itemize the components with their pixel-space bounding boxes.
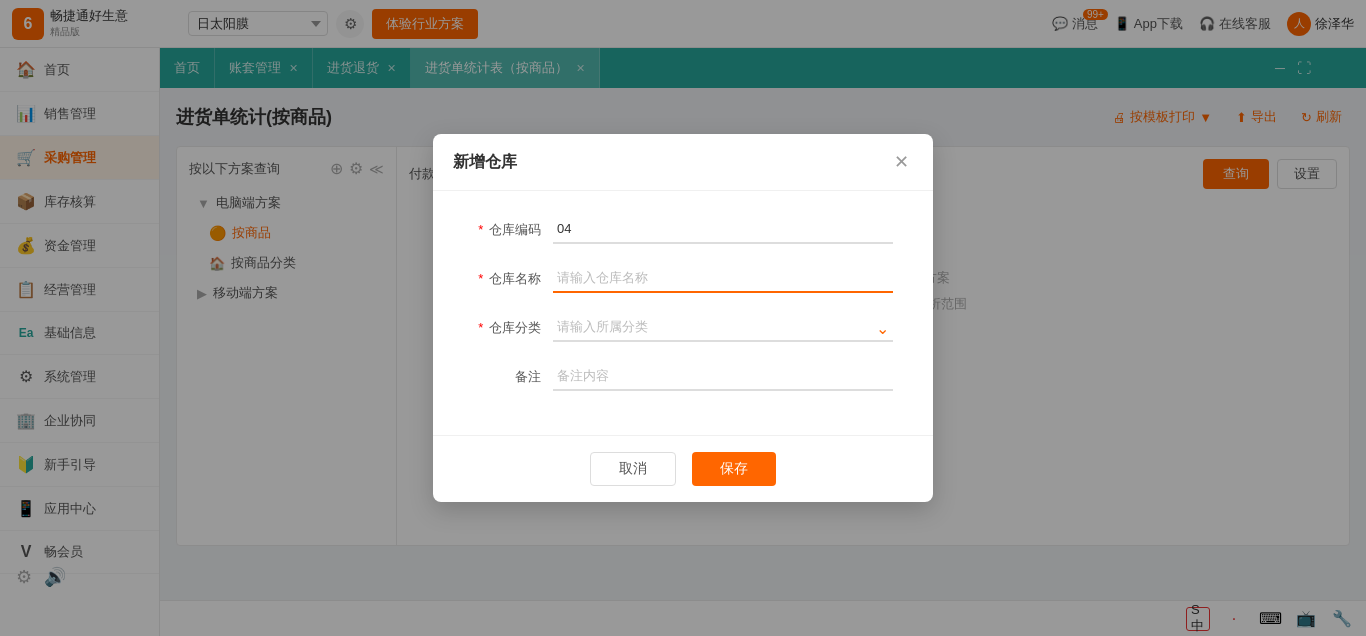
modal-header: 新增仓库 ✕: [433, 134, 933, 191]
warehouse-category-row: * 仓库分类 请输入所属分类 ⌄: [473, 313, 893, 342]
warehouse-name-input[interactable]: [553, 264, 893, 293]
required-star-code: *: [478, 222, 483, 237]
cancel-button[interactable]: 取消: [590, 452, 676, 486]
warehouse-note-input[interactable]: [553, 362, 893, 391]
new-warehouse-modal: 新增仓库 ✕ * 仓库编码 * 仓库名称: [433, 134, 933, 502]
save-button[interactable]: 保存: [692, 452, 776, 486]
required-star-name: *: [478, 271, 483, 286]
warehouse-code-label: * 仓库编码: [473, 221, 553, 239]
modal-footer: 取消 保存: [433, 435, 933, 502]
required-star-category: *: [478, 320, 483, 335]
modal-title: 新增仓库: [453, 152, 517, 173]
warehouse-code-row: * 仓库编码: [473, 215, 893, 244]
modal-body: * 仓库编码 * 仓库名称 * 仓库分类: [433, 191, 933, 435]
warehouse-name-label: * 仓库名称: [473, 270, 553, 288]
warehouse-note-row: 备注: [473, 362, 893, 391]
warehouse-category-label: * 仓库分类: [473, 319, 553, 337]
warehouse-note-label: 备注: [473, 368, 553, 386]
warehouse-category-wrap: 请输入所属分类 ⌄: [553, 313, 893, 342]
modal-overlay[interactable]: 新增仓库 ✕ * 仓库编码 * 仓库名称: [0, 0, 1366, 636]
warehouse-name-row: * 仓库名称: [473, 264, 893, 293]
warehouse-category-select[interactable]: 请输入所属分类: [553, 313, 893, 342]
modal-close-btn[interactable]: ✕: [889, 150, 913, 174]
warehouse-code-input[interactable]: [553, 215, 893, 244]
